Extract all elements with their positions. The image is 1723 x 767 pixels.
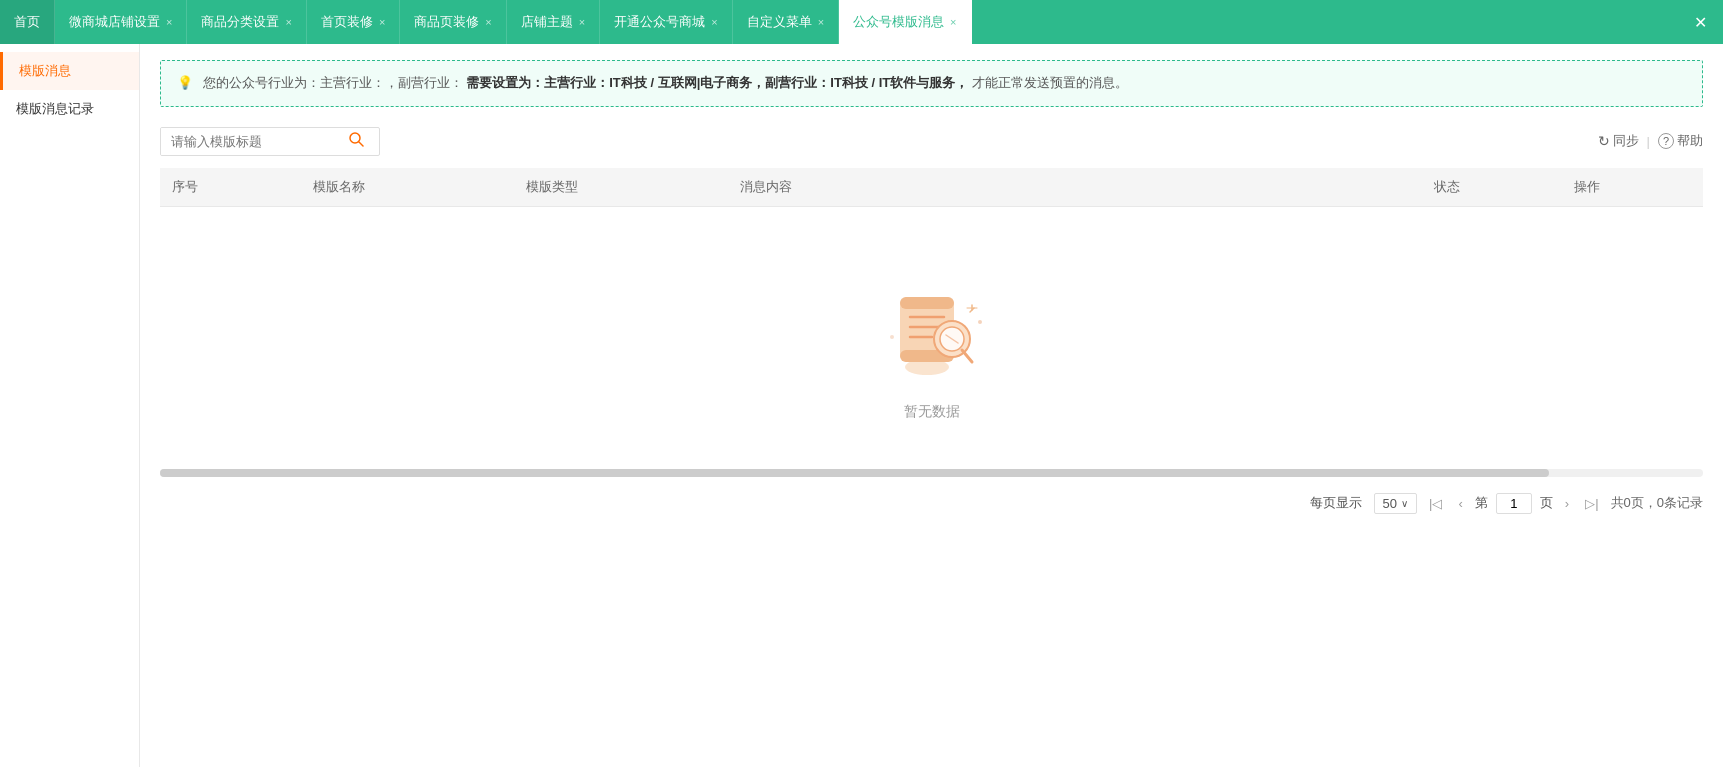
tab-shop-settings-label: 微商城店铺设置 xyxy=(69,13,160,31)
tab-template-msg-label: 公众号模版消息 xyxy=(853,13,944,31)
tab-template-msg[interactable]: 公众号模版消息 × xyxy=(839,0,971,44)
tab-product-page[interactable]: 商品页装修 × xyxy=(400,0,506,44)
tab-product-page-label: 商品页装修 xyxy=(414,13,479,31)
search-input[interactable] xyxy=(161,128,341,155)
close-tab-template-msg[interactable]: × xyxy=(950,16,956,28)
table-header-row: 序号 模版名称 模版类型 消息内容 状态 操作 xyxy=(160,168,1703,207)
close-tab-shop-settings[interactable]: × xyxy=(166,16,172,28)
tab-custom-menu[interactable]: 自定义菜单 × xyxy=(733,0,839,44)
content-area: 💡 您的公众号行业为：主营行业：，副营行业： 需要设置为：主营行业：IT科技 /… xyxy=(140,44,1723,767)
top-nav: 首页 微商城店铺设置 × 商品分类设置 × 首页装修 × 商品页装修 × 店铺主… xyxy=(0,0,1723,44)
svg-line-1 xyxy=(359,142,363,146)
notice-text-prefix: 您的公众号行业为：主营行业：，副营行业： xyxy=(203,75,463,90)
sync-label: 同步 xyxy=(1613,132,1639,150)
svg-line-11 xyxy=(962,350,972,362)
prev-page-button[interactable]: ‹ xyxy=(1454,494,1466,513)
tab-home-decoration-label: 首页装修 xyxy=(321,13,373,31)
sidebar-item-template-msg-log[interactable]: 模版消息记录 xyxy=(0,90,139,128)
close-tab-open-mall[interactable]: × xyxy=(711,16,717,28)
close-tab-home-decoration[interactable]: × xyxy=(379,16,385,28)
close-tab-product-category[interactable]: × xyxy=(285,16,291,28)
tab-custom-menu-label: 自定义菜单 xyxy=(747,13,812,31)
main-layout: 模版消息 模版消息记录 💡 您的公众号行业为：主营行业：，副营行业： 需要设置为… xyxy=(0,44,1723,767)
tab-home-decoration[interactable]: 首页装修 × xyxy=(307,0,400,44)
notice-icon: 💡 xyxy=(177,75,193,90)
help-icon: ? xyxy=(1658,133,1674,149)
close-tab-custom-menu[interactable]: × xyxy=(818,16,824,28)
tab-open-mall[interactable]: 开通公众号商城 × xyxy=(600,0,732,44)
search-bar-left xyxy=(160,127,380,156)
last-page-button[interactable]: ▷| xyxy=(1581,494,1602,513)
page-total: 共0页，0条记录 xyxy=(1611,494,1703,512)
data-table: 序号 模版名称 模版类型 消息内容 状态 操作 xyxy=(160,168,1703,461)
search-button[interactable] xyxy=(341,132,372,150)
col-header-name: 模版名称 xyxy=(301,168,515,207)
sidebar: 模版消息 模版消息记录 xyxy=(0,44,140,767)
close-tab-product-page[interactable]: × xyxy=(485,16,491,28)
empty-illustration xyxy=(872,267,992,387)
global-close-button[interactable]: ✕ xyxy=(1678,0,1723,44)
col-header-type: 模版类型 xyxy=(514,168,728,207)
divider: | xyxy=(1647,134,1650,149)
tab-store-theme[interactable]: 店铺主题 × xyxy=(507,0,600,44)
tab-shop-settings[interactable]: 微商城店铺设置 × xyxy=(55,0,187,44)
chevron-down-icon: ∨ xyxy=(1401,498,1408,509)
col-header-status: 状态 xyxy=(1422,168,1563,207)
scroll-bar-area[interactable] xyxy=(160,469,1703,477)
svg-rect-4 xyxy=(900,297,954,309)
search-icon xyxy=(349,132,364,147)
help-label: 帮助 xyxy=(1677,132,1703,150)
search-bar-right: ↻ 同步 | ? 帮助 xyxy=(1598,132,1703,150)
tab-home[interactable]: 首页 xyxy=(0,0,55,44)
page-label-pre: 第 xyxy=(1475,494,1488,512)
sync-button[interactable]: ↻ 同步 xyxy=(1598,132,1639,150)
sidebar-item-template-msg-label: 模版消息 xyxy=(19,63,71,78)
tab-open-mall-label: 开通公众号商城 xyxy=(614,13,705,31)
page-size-value: 50 xyxy=(1383,496,1397,511)
sidebar-item-template-msg[interactable]: 模版消息 xyxy=(0,52,139,90)
sync-icon: ↻ xyxy=(1598,133,1610,149)
svg-point-17 xyxy=(890,335,894,339)
page-number-input[interactable] xyxy=(1496,493,1532,514)
svg-point-16 xyxy=(978,320,982,324)
page-label-post: 页 xyxy=(1540,494,1553,512)
sidebar-item-template-msg-log-label: 模版消息记录 xyxy=(16,101,94,116)
tab-product-category-label: 商品分类设置 xyxy=(201,13,279,31)
col-header-action: 操作 xyxy=(1562,168,1703,207)
first-page-button[interactable]: |◁ xyxy=(1425,494,1446,513)
notice-box: 💡 您的公众号行业为：主营行业：，副营行业： 需要设置为：主营行业：IT科技 /… xyxy=(160,60,1703,107)
pagination: 每页显示 50 ∨ |◁ ‹ 第 页 › ▷| 共0页，0条记录 xyxy=(160,485,1703,522)
col-header-index: 序号 xyxy=(160,168,301,207)
tab-product-category[interactable]: 商品分类设置 × xyxy=(187,0,306,44)
tab-store-theme-label: 店铺主题 xyxy=(521,13,573,31)
notice-highlight: 需要设置为：主营行业：IT科技 / 互联网|电子商务，副营行业：IT科技 / I… xyxy=(466,75,968,90)
search-bar: ↻ 同步 | ? 帮助 xyxy=(160,127,1703,156)
notice-text-suffix: 才能正常发送预置的消息。 xyxy=(972,75,1128,90)
scroll-bar-thumb[interactable] xyxy=(160,469,1549,477)
empty-text: 暂无数据 xyxy=(904,403,960,421)
next-page-button[interactable]: › xyxy=(1561,494,1573,513)
empty-state: 暂无数据 xyxy=(160,207,1703,461)
help-button[interactable]: ? 帮助 xyxy=(1658,132,1703,150)
close-tab-store-theme[interactable]: × xyxy=(579,16,585,28)
col-header-content: 消息内容 xyxy=(728,168,1422,207)
page-size-selector[interactable]: 50 ∨ xyxy=(1374,493,1417,514)
page-size-label: 每页显示 xyxy=(1310,494,1362,512)
tab-home-label: 首页 xyxy=(14,13,40,31)
